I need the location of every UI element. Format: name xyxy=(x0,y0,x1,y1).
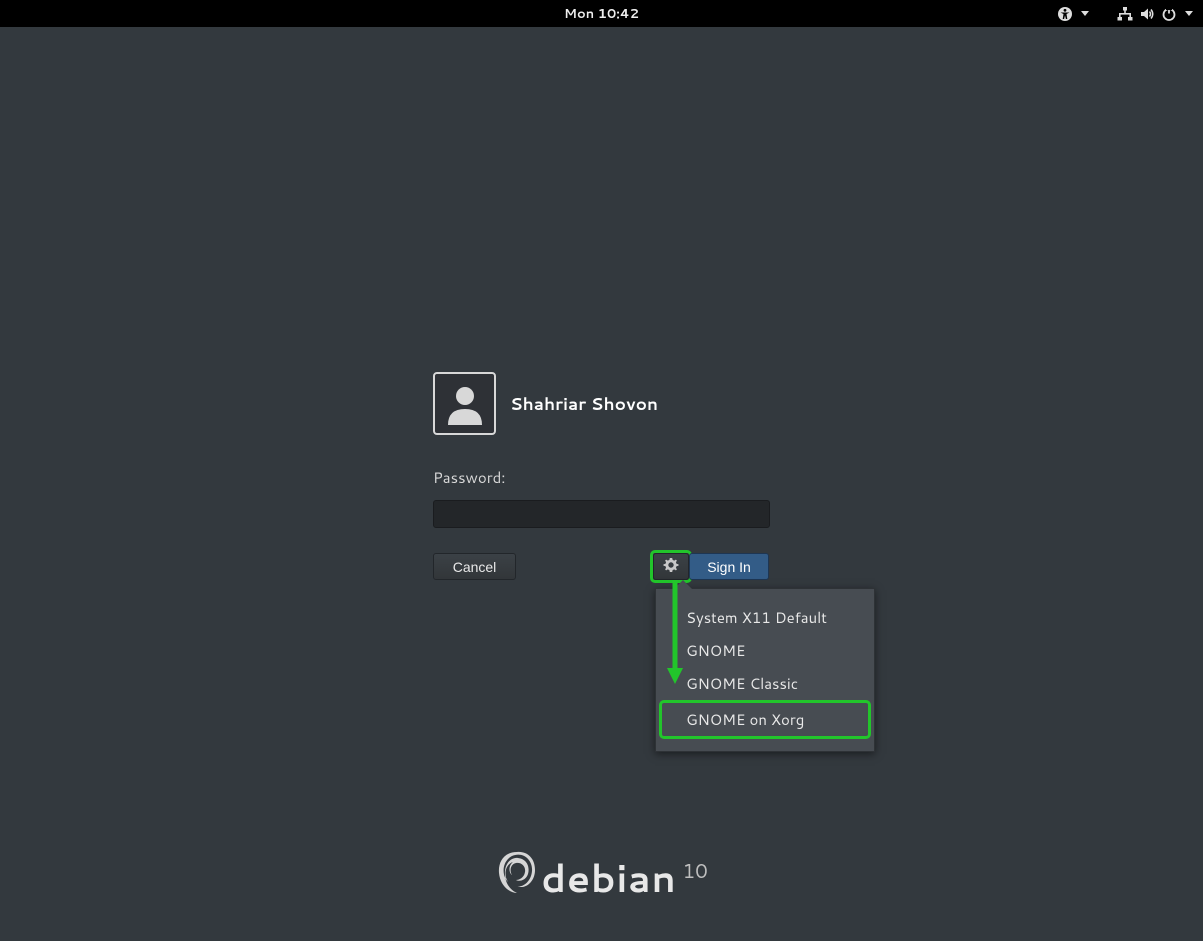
gear-icon xyxy=(663,557,679,576)
session-item-gnome-xorg[interactable]: GNOME on Xorg xyxy=(656,700,874,739)
login-panel: Shahriar Shovon Password: xyxy=(433,372,770,528)
avatar xyxy=(433,372,496,435)
signin-button[interactable]: Sign In xyxy=(689,553,769,580)
debian-swirl-icon xyxy=(495,848,537,898)
top-bar: Mon 10:42 xyxy=(0,0,1203,27)
user-row: Shahriar Shovon xyxy=(433,372,770,435)
cancel-button[interactable]: Cancel xyxy=(433,553,516,580)
accessibility-icon[interactable] xyxy=(1057,6,1073,22)
session-item-gnome-classic[interactable]: GNOME Classic xyxy=(656,667,874,700)
session-item-system-x11[interactable]: System X11 Default xyxy=(656,601,874,634)
session-menu: System X11 Default GNOME GNOME Classic G… xyxy=(655,588,875,752)
power-icon[interactable] xyxy=(1161,6,1177,22)
network-icon[interactable] xyxy=(1117,6,1133,22)
chevron-down-icon xyxy=(1185,11,1193,16)
volume-icon[interactable] xyxy=(1139,6,1155,22)
password-input[interactable] xyxy=(433,500,770,528)
button-row: Cancel Sign In xyxy=(433,553,770,581)
distro-version: 10 xyxy=(682,857,707,885)
chevron-down-icon xyxy=(1081,11,1089,16)
session-item-gnome[interactable]: GNOME xyxy=(656,634,874,667)
password-label: Password: xyxy=(433,467,770,488)
system-tray xyxy=(1057,0,1193,27)
annotation-highlight-item: GNOME on Xorg xyxy=(659,700,871,739)
distro-logo: debian 10 xyxy=(0,842,1203,905)
distro-name: debian xyxy=(541,851,676,905)
clock: Mon 10:42 xyxy=(564,5,639,23)
username-label: Shahriar Shovon xyxy=(510,392,658,416)
session-gear-button[interactable] xyxy=(653,553,689,580)
